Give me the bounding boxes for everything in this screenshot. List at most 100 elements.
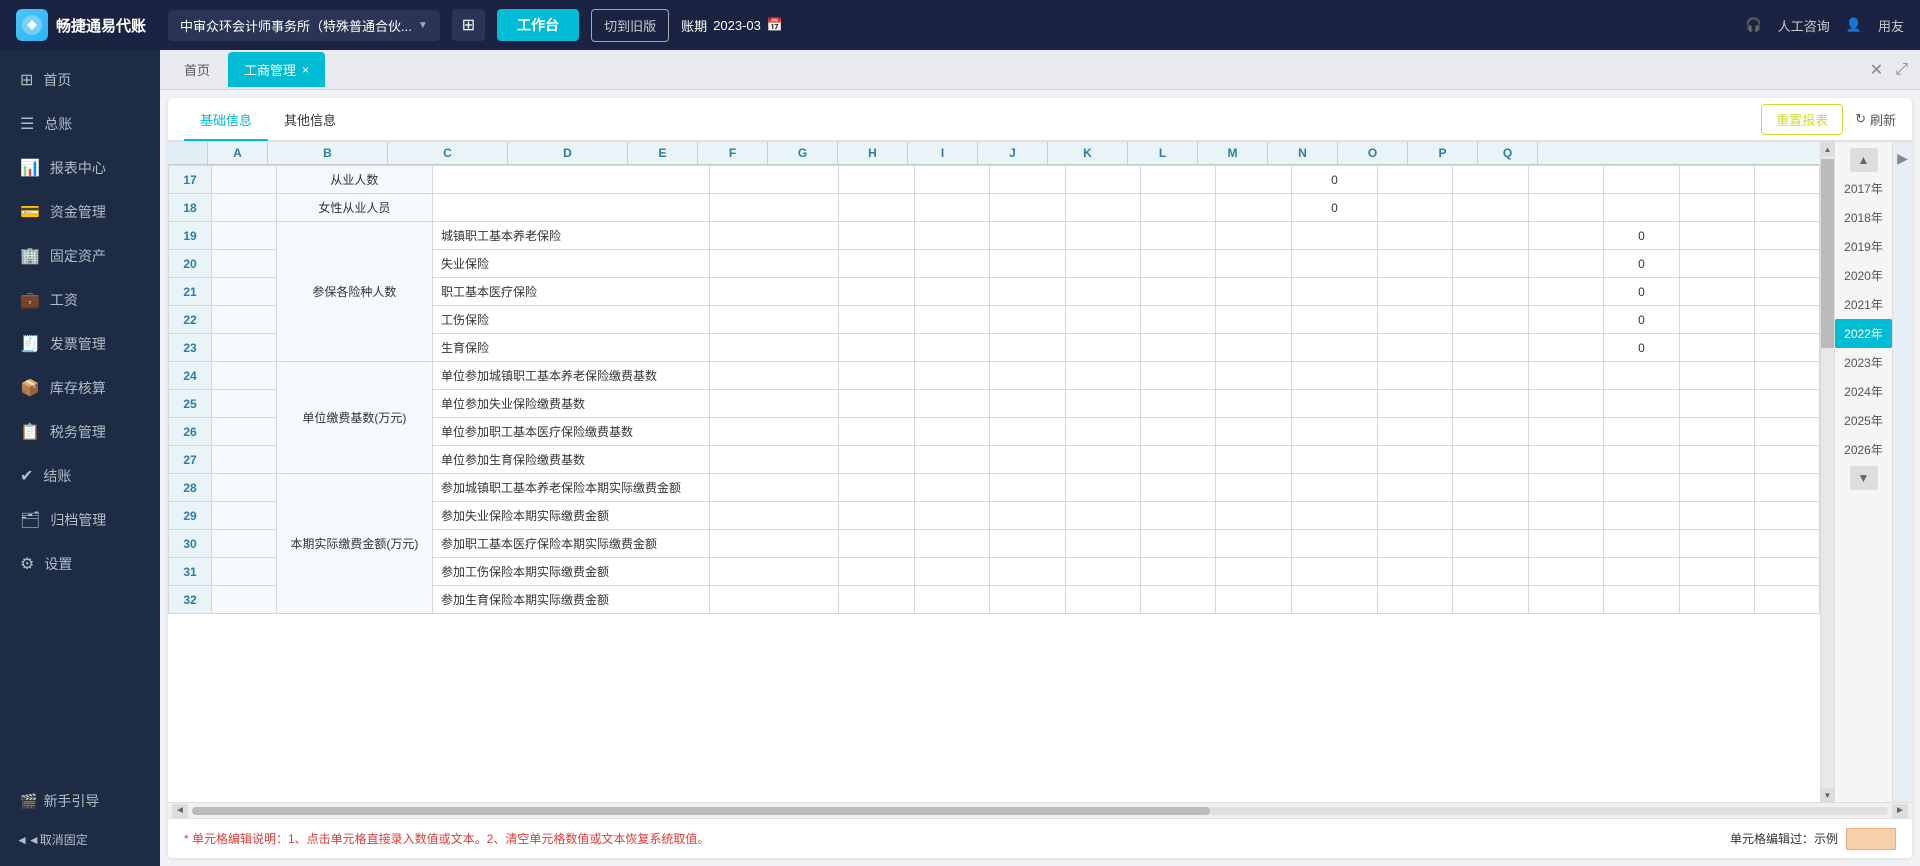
cell-c-29[interactable]: 参加失业保险本期实际缴费金额 (433, 502, 710, 530)
cell-d-21[interactable] (709, 278, 838, 306)
cell-i-30[interactable] (1140, 530, 1215, 558)
sidebar-item-tax[interactable]: 📋税务管理 (0, 410, 160, 454)
cell-n-24[interactable] (1528, 362, 1603, 390)
cell-k-17[interactable]: 0 (1291, 166, 1377, 194)
cell-a-24[interactable] (212, 362, 277, 390)
cell-h-25[interactable] (1065, 390, 1140, 418)
cell-k-19[interactable] (1291, 222, 1377, 250)
cell-m-28[interactable] (1453, 474, 1528, 502)
cell-n-21[interactable] (1528, 278, 1603, 306)
cell-e-25[interactable] (839, 390, 914, 418)
cell-i-26[interactable] (1140, 418, 1215, 446)
cell-m-30[interactable] (1453, 530, 1528, 558)
cell-h-17[interactable] (1065, 166, 1140, 194)
cell-j-19[interactable] (1216, 222, 1291, 250)
cell-k-23[interactable] (1291, 334, 1377, 362)
cell-c-31[interactable]: 参加工伤保险本期实际缴费金额 (433, 558, 710, 586)
year-panel-up-btn[interactable]: ▲ (1850, 148, 1878, 172)
cell-n-26[interactable] (1528, 418, 1603, 446)
cell-i-20[interactable] (1140, 250, 1215, 278)
cell-g-29[interactable] (990, 502, 1065, 530)
cell-o-20[interactable]: 0 (1604, 250, 1679, 278)
cell-l-24[interactable] (1378, 362, 1453, 390)
cell-p-21[interactable] (1679, 278, 1754, 306)
cell-k-21[interactable] (1291, 278, 1377, 306)
cell-e-24[interactable] (839, 362, 914, 390)
cell-j-28[interactable] (1216, 474, 1291, 502)
sidebar-item-new-guide[interactable]: 🎬 新手引导 (0, 781, 160, 821)
cell-a-29[interactable] (212, 502, 277, 530)
cell-l-29[interactable] (1378, 502, 1453, 530)
cell-p-32[interactable] (1679, 586, 1754, 614)
cell-i-29[interactable] (1140, 502, 1215, 530)
cell-o-27[interactable] (1604, 446, 1679, 474)
cell-a-27[interactable] (212, 446, 277, 474)
cell-b-28[interactable]: 本期实际缴费金额(万元) (276, 474, 432, 614)
cell-q-17[interactable] (1755, 166, 1820, 194)
cell-i-28[interactable] (1140, 474, 1215, 502)
cell-a-19[interactable] (212, 222, 277, 250)
cancel-fix-btn[interactable]: ◄◄取消固定 (0, 821, 160, 858)
cell-q-18[interactable] (1755, 194, 1820, 222)
cell-n-17[interactable] (1528, 166, 1603, 194)
cell-f-22[interactable] (914, 306, 989, 334)
cell-c-23[interactable]: 生育保险 (433, 334, 710, 362)
sidebar-item-capital[interactable]: 💳资金管理 (0, 190, 160, 234)
cell-f-17[interactable] (914, 166, 989, 194)
cell-g-24[interactable] (990, 362, 1065, 390)
cell-i-32[interactable] (1140, 586, 1215, 614)
cell-f-26[interactable] (914, 418, 989, 446)
workbench-button[interactable]: 工作台 (497, 9, 579, 41)
cell-i-21[interactable] (1140, 278, 1215, 306)
cell-m-29[interactable] (1453, 502, 1528, 530)
cell-o-22[interactable]: 0 (1604, 306, 1679, 334)
cell-j-20[interactable] (1216, 250, 1291, 278)
cell-n-27[interactable] (1528, 446, 1603, 474)
cell-h-20[interactable] (1065, 250, 1140, 278)
cell-o-30[interactable] (1604, 530, 1679, 558)
cell-k-22[interactable] (1291, 306, 1377, 334)
cell-j-29[interactable] (1216, 502, 1291, 530)
cell-i-31[interactable] (1140, 558, 1215, 586)
cell-c-28[interactable]: 参加城镇职工基本养老保险本期实际缴费金额 (433, 474, 710, 502)
cell-c-32[interactable]: 参加生育保险本期实际缴费金额 (433, 586, 710, 614)
cell-h-28[interactable] (1065, 474, 1140, 502)
horizontal-scrollbar[interactable]: ◄ ► (168, 802, 1912, 818)
cell-a-21[interactable] (212, 278, 277, 306)
cell-p-22[interactable] (1679, 306, 1754, 334)
cell-p-17[interactable] (1679, 166, 1754, 194)
cell-o-31[interactable] (1604, 558, 1679, 586)
cell-p-28[interactable] (1679, 474, 1754, 502)
cell-d-28[interactable] (709, 474, 838, 502)
cell-i-27[interactable] (1140, 446, 1215, 474)
cell-e-26[interactable] (839, 418, 914, 446)
cell-i-18[interactable] (1140, 194, 1215, 222)
cell-a-22[interactable] (212, 306, 277, 334)
cell-k-20[interactable] (1291, 250, 1377, 278)
cell-q-20[interactable] (1755, 250, 1820, 278)
cell-m-19[interactable] (1453, 222, 1528, 250)
cell-d-26[interactable] (709, 418, 838, 446)
cell-g-26[interactable] (990, 418, 1065, 446)
tab-close-icon[interactable]: × (302, 63, 309, 77)
ai-consult-label[interactable]: 人工咨询 (1778, 16, 1830, 35)
cell-p-31[interactable] (1679, 558, 1754, 586)
cell-n-32[interactable] (1528, 586, 1603, 614)
cell-l-32[interactable] (1378, 586, 1453, 614)
cell-j-31[interactable] (1216, 558, 1291, 586)
cell-o-18[interactable] (1604, 194, 1679, 222)
cell-f-18[interactable] (914, 194, 989, 222)
cell-l-28[interactable] (1378, 474, 1453, 502)
cell-i-25[interactable] (1140, 390, 1215, 418)
v-scroll-up-btn[interactable]: ▲ (1821, 142, 1835, 156)
cell-e-32[interactable] (839, 586, 914, 614)
cell-h-32[interactable] (1065, 586, 1140, 614)
v-scroll-down-btn[interactable]: ▼ (1821, 788, 1835, 802)
cell-i-22[interactable] (1140, 306, 1215, 334)
cell-q-23[interactable] (1755, 334, 1820, 362)
cell-a-26[interactable] (212, 418, 277, 446)
cell-j-23[interactable] (1216, 334, 1291, 362)
cell-q-29[interactable] (1755, 502, 1820, 530)
cell-m-27[interactable] (1453, 446, 1528, 474)
cell-q-25[interactable] (1755, 390, 1820, 418)
